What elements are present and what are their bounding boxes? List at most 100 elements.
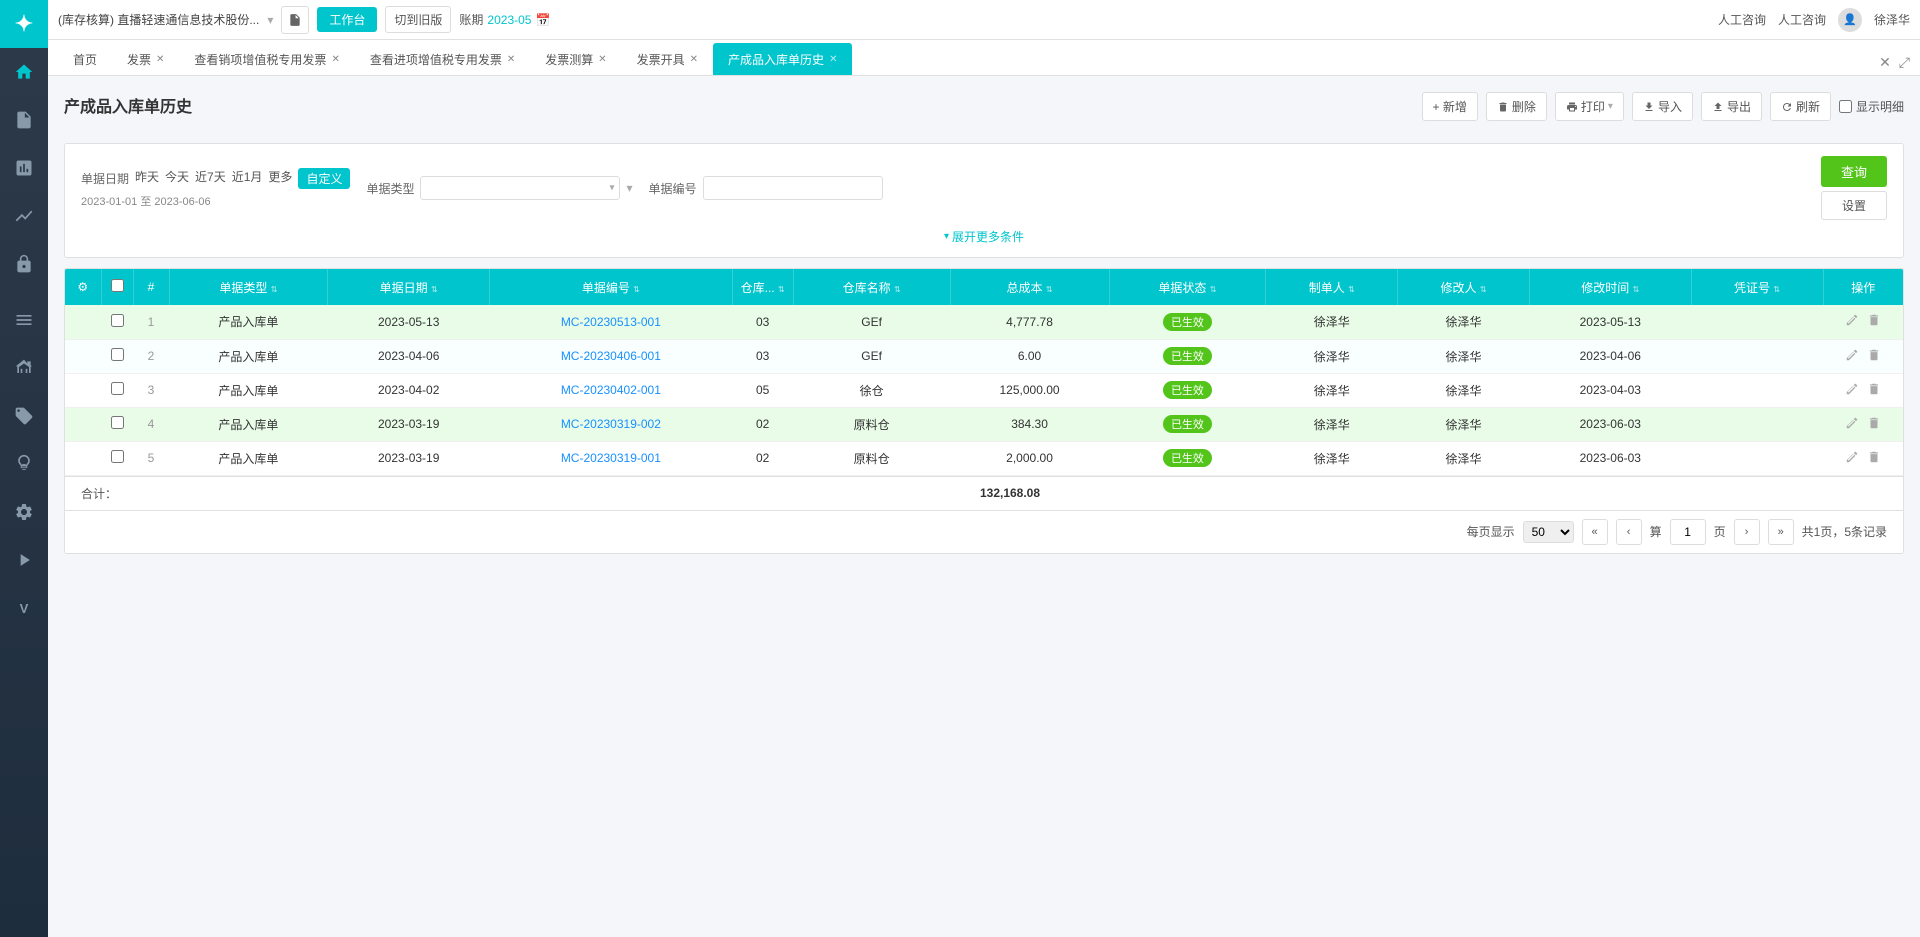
- row-check[interactable]: [101, 339, 133, 373]
- prev-page-button[interactable]: ‹: [1616, 519, 1642, 545]
- row-delete-icon[interactable]: [1867, 453, 1881, 467]
- app-logo[interactable]: ✦: [0, 0, 48, 48]
- tab-invoice-close[interactable]: ✕: [156, 54, 164, 65]
- row-delete-icon[interactable]: [1867, 316, 1881, 330]
- sidebar-item-warehouse[interactable]: [0, 344, 48, 392]
- shortcut-yesterday[interactable]: 昨天: [135, 168, 159, 189]
- workbench-button[interactable]: 工作台: [317, 7, 377, 32]
- row-edit-icon[interactable]: [1845, 351, 1862, 365]
- sidebar-item-voucher[interactable]: [0, 392, 48, 440]
- col-check[interactable]: [101, 269, 133, 305]
- select-all-checkbox[interactable]: [111, 279, 124, 292]
- refresh-button[interactable]: 刷新: [1770, 92, 1831, 121]
- sidebar-item-lock[interactable]: [0, 240, 48, 288]
- col-date[interactable]: 单据日期 ⇅: [328, 269, 490, 305]
- row-delete-icon[interactable]: [1867, 385, 1881, 399]
- data-table-container: ⚙ # 单据类型 ⇅ 单据日期 ⇅ 单据编号 ⇅ 仓库... ⇅ 仓库名称 ⇅: [64, 268, 1904, 554]
- row-edit-icon[interactable]: [1845, 385, 1862, 399]
- row-checkbox[interactable]: [111, 416, 124, 429]
- tab-invoice-calc[interactable]: 发票测算 ✕: [530, 43, 621, 75]
- row-check[interactable]: [101, 373, 133, 407]
- col-warehouse-code[interactable]: 仓库... ⇅: [732, 269, 793, 305]
- new-button[interactable]: + 新增: [1422, 92, 1478, 121]
- print-button[interactable]: 打印 ▾: [1555, 92, 1624, 121]
- sidebar-item-version[interactable]: V: [0, 584, 48, 632]
- tab-purchase-vat-close[interactable]: ✕: [507, 54, 515, 65]
- sidebar-item-stamp[interactable]: [0, 440, 48, 488]
- next-page-button[interactable]: ›: [1734, 519, 1760, 545]
- row-number[interactable]: MC-20230319-001: [490, 441, 733, 475]
- document-icon-btn[interactable]: [281, 6, 309, 34]
- import-button[interactable]: 导入: [1632, 92, 1693, 121]
- tab-invoice-open[interactable]: 发票开具 ✕: [622, 43, 713, 75]
- number-input[interactable]: [703, 176, 883, 200]
- col-number[interactable]: 单据编号 ⇅: [490, 269, 733, 305]
- user-service-text[interactable]: 人工咨询: [1778, 11, 1826, 28]
- sidebar-item-settings[interactable]: [0, 488, 48, 536]
- row-checkbox[interactable]: [111, 450, 124, 463]
- page-number-input[interactable]: [1670, 519, 1706, 545]
- row-number[interactable]: MC-20230513-001: [490, 305, 733, 339]
- delete-button[interactable]: 删除: [1486, 92, 1547, 121]
- export-button[interactable]: 导出: [1701, 92, 1762, 121]
- col-status[interactable]: 单据状态 ⇅: [1109, 269, 1266, 305]
- tab-sales-vat[interactable]: 查看销项增值税专用发票 ✕: [179, 43, 354, 75]
- row-number[interactable]: MC-20230319-002: [490, 407, 733, 441]
- col-total-cost[interactable]: 总成本 ⇅: [950, 269, 1109, 305]
- set-button[interactable]: 设置: [1821, 191, 1887, 220]
- row-edit-icon[interactable]: [1845, 419, 1862, 433]
- row-number[interactable]: MC-20230402-001: [490, 373, 733, 407]
- tab-sales-vat-close[interactable]: ✕: [331, 54, 339, 65]
- row-checkbox[interactable]: [111, 314, 124, 327]
- sidebar-item-analysis[interactable]: [0, 192, 48, 240]
- sidebar-item-video[interactable]: [0, 536, 48, 584]
- sidebar-item-doc[interactable]: [0, 96, 48, 144]
- tab-close-all-icon[interactable]: ✕: [1879, 54, 1891, 71]
- shortcut-custom[interactable]: 自定义: [298, 168, 350, 189]
- row-delete-icon[interactable]: [1867, 419, 1881, 433]
- query-button[interactable]: 查询: [1821, 156, 1887, 187]
- tab-purchase-vat[interactable]: 查看进项增值税专用发票 ✕: [355, 43, 530, 75]
- tab-product-history-close[interactable]: ✕: [829, 54, 837, 65]
- per-page-select[interactable]: 50 10 20 100: [1523, 521, 1574, 543]
- col-modify-time[interactable]: 修改时间 ⇅: [1529, 269, 1691, 305]
- expand-button[interactable]: ▾ 展开更多条件: [944, 228, 1024, 245]
- sidebar-item-report[interactable]: [0, 144, 48, 192]
- tab-invoice[interactable]: 发票 ✕: [112, 43, 179, 75]
- row-delete-icon[interactable]: [1867, 351, 1881, 365]
- row-checkbox[interactable]: [111, 348, 124, 361]
- col-warehouse-name[interactable]: 仓库名称 ⇅: [793, 269, 950, 305]
- tab-invoice-open-close[interactable]: ✕: [690, 54, 698, 65]
- user-service[interactable]: 人工咨询: [1718, 11, 1766, 28]
- col-settings[interactable]: ⚙: [65, 269, 101, 305]
- tab-product-history[interactable]: 产成品入库单历史 ✕: [713, 43, 852, 75]
- display-col-checkbox-label[interactable]: 显示明细: [1839, 98, 1904, 115]
- row-edit-icon[interactable]: [1845, 453, 1862, 467]
- first-page-button[interactable]: «: [1582, 519, 1608, 545]
- shortcut-today[interactable]: 今天: [165, 168, 189, 189]
- row-status: 已生效: [1109, 407, 1266, 441]
- type-select[interactable]: [420, 176, 620, 200]
- row-check[interactable]: [101, 407, 133, 441]
- display-col-checkbox[interactable]: [1839, 100, 1852, 113]
- row-edit-icon[interactable]: [1845, 316, 1862, 330]
- settings-icon[interactable]: ⚙: [77, 280, 88, 294]
- shortcut-7days[interactable]: 近7天: [195, 168, 226, 189]
- col-modifier[interactable]: 修改人 ⇅: [1398, 269, 1530, 305]
- last-page-button[interactable]: »: [1768, 519, 1794, 545]
- row-checkbox[interactable]: [111, 382, 124, 395]
- switch-version-button[interactable]: 切到旧版: [385, 6, 451, 33]
- col-type[interactable]: 单据类型 ⇅: [169, 269, 328, 305]
- row-check[interactable]: [101, 441, 133, 475]
- row-check[interactable]: [101, 305, 133, 339]
- row-number[interactable]: MC-20230406-001: [490, 339, 733, 373]
- tab-expand-icon[interactable]: ⤢: [1899, 54, 1910, 71]
- tab-home[interactable]: 首页: [58, 43, 112, 75]
- tab-invoice-calc-close[interactable]: ✕: [598, 54, 606, 65]
- sidebar-item-menu[interactable]: [0, 296, 48, 344]
- col-voucher[interactable]: 凭证号 ⇅: [1691, 269, 1823, 305]
- shortcut-more[interactable]: 更多: [268, 168, 292, 189]
- shortcut-1month[interactable]: 近1月: [232, 168, 263, 189]
- col-creator[interactable]: 制单人 ⇅: [1266, 269, 1398, 305]
- sidebar-item-home[interactable]: [0, 48, 48, 96]
